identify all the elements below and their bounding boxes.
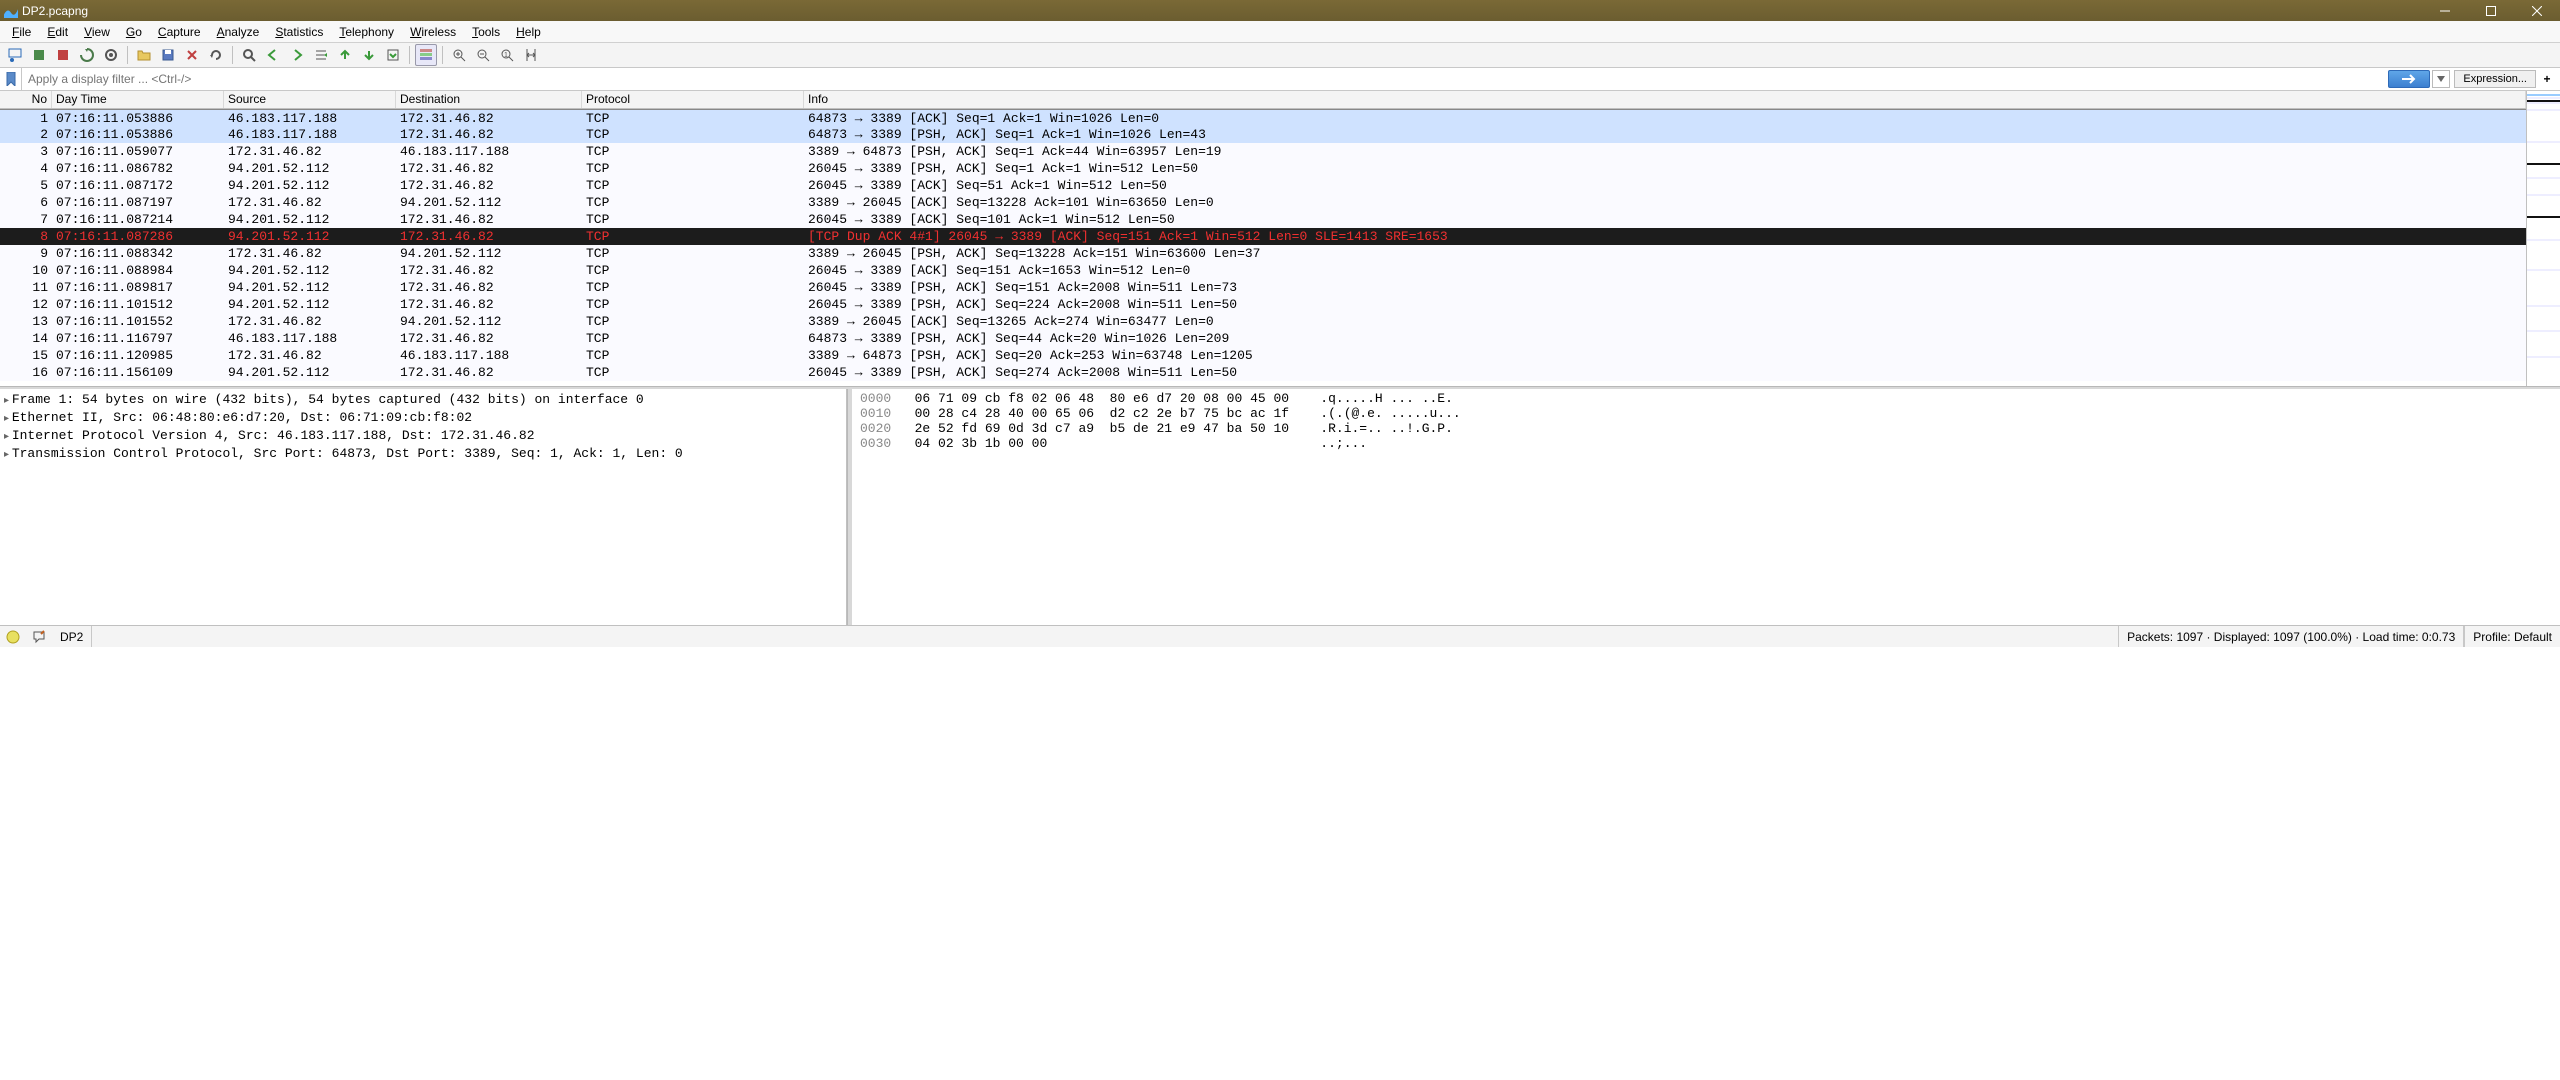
packet-row[interactable]: 607:16:11.087197172.31.46.8294.201.52.11… — [0, 194, 2526, 211]
edit-capture-comment-icon[interactable] — [26, 626, 52, 647]
titlebar: DP2.pcapng — [0, 0, 2560, 21]
save-file-icon[interactable] — [157, 44, 179, 66]
display-filter-input[interactable] — [22, 68, 2386, 90]
column-info[interactable]: Info — [804, 91, 2526, 108]
add-filter-button[interactable]: + — [2538, 70, 2556, 88]
hex-line[interactable]: 0030 04 02 3b 1b 00 00 ..;... — [860, 436, 2552, 451]
menu-tools[interactable]: Tools — [464, 23, 508, 41]
status-packets: Packets: 1097 · Displayed: 1097 (100.0%)… — [2127, 630, 2455, 644]
status-profile[interactable]: Profile: Default — [2473, 630, 2552, 644]
menu-go[interactable]: Go — [118, 23, 150, 41]
maximize-button[interactable] — [2468, 0, 2514, 21]
packet-row[interactable]: 507:16:11.08717294.201.52.112172.31.46.8… — [0, 177, 2526, 194]
expert-info-icon[interactable] — [0, 626, 26, 647]
packet-row[interactable]: 807:16:11.08728694.201.52.112172.31.46.8… — [0, 228, 2526, 245]
open-file-icon[interactable] — [133, 44, 155, 66]
packet-row[interactable]: 207:16:11.05388646.183.117.188172.31.46.… — [0, 126, 2526, 143]
packet-details-tree[interactable]: Frame 1: 54 bytes on wire (432 bits), 54… — [0, 389, 847, 625]
column-destination[interactable]: Destination — [396, 91, 582, 108]
colorize-icon[interactable] — [415, 44, 437, 66]
column-time[interactable]: Day Time — [52, 91, 224, 108]
close-button[interactable] — [2514, 0, 2560, 21]
packet-row[interactable]: 707:16:11.08721494.201.52.112172.31.46.8… — [0, 211, 2526, 228]
minimize-button[interactable] — [2422, 0, 2468, 21]
go-first-icon[interactable] — [334, 44, 356, 66]
stop-capture-icon[interactable] — [52, 44, 74, 66]
filter-history-dropdown[interactable] — [2432, 70, 2450, 88]
wireshark-icon — [4, 4, 18, 18]
tree-node[interactable]: Transmission Control Protocol, Src Port:… — [4, 445, 846, 463]
capture-options-icon[interactable] — [100, 44, 122, 66]
statusbar: DP2 Packets: 1097 · Displayed: 1097 (100… — [0, 625, 2560, 647]
find-packet-icon[interactable] — [238, 44, 260, 66]
packet-list-header[interactable]: No Day Time Source Destination Protocol … — [0, 91, 2526, 109]
menu-file[interactable]: File — [4, 23, 39, 41]
menu-analyze[interactable]: Analyze — [209, 23, 268, 41]
zoom-reset-icon[interactable]: 1 — [496, 44, 518, 66]
packet-row[interactable]: 1307:16:11.101552172.31.46.8294.201.52.1… — [0, 313, 2526, 330]
close-file-icon[interactable] — [181, 44, 203, 66]
filter-bookmark-icon[interactable] — [0, 68, 22, 90]
packet-row[interactable]: 1507:16:11.120985172.31.46.8246.183.117.… — [0, 347, 2526, 364]
packet-row[interactable]: 407:16:11.08678294.201.52.112172.31.46.8… — [0, 160, 2526, 177]
tree-node[interactable]: Frame 1: 54 bytes on wire (432 bits), 54… — [4, 391, 846, 409]
hex-line[interactable]: 0000 06 71 09 cb f8 02 06 48 80 e6 d7 20… — [860, 391, 2552, 406]
hex-line[interactable]: 0010 00 28 c4 28 40 00 65 06 d2 c2 2e b7… — [860, 406, 2552, 421]
menu-telephony[interactable]: Telephony — [331, 23, 402, 41]
menubar: FileEditViewGoCaptureAnalyzeStatisticsTe… — [0, 21, 2560, 43]
zoom-out-icon[interactable] — [472, 44, 494, 66]
go-last-icon[interactable] — [358, 44, 380, 66]
menu-statistics[interactable]: Statistics — [267, 23, 331, 41]
go-back-icon[interactable] — [262, 44, 284, 66]
tree-node[interactable]: Internet Protocol Version 4, Src: 46.183… — [4, 427, 846, 445]
packet-row[interactable]: 907:16:11.088342172.31.46.8294.201.52.11… — [0, 245, 2526, 262]
svg-text:1: 1 — [504, 52, 508, 59]
expression-button[interactable]: Expression... — [2454, 70, 2536, 88]
packet-row[interactable]: 1407:16:11.11679746.183.117.188172.31.46… — [0, 330, 2526, 347]
column-protocol[interactable]: Protocol — [582, 91, 804, 108]
menu-view[interactable]: View — [76, 23, 118, 41]
packet-row[interactable]: 1007:16:11.08898494.201.52.112172.31.46.… — [0, 262, 2526, 279]
packet-minimap[interactable] — [2526, 91, 2560, 386]
packet-row[interactable]: 1607:16:11.15610994.201.52.112172.31.46.… — [0, 364, 2526, 381]
interfaces-icon[interactable] — [4, 44, 26, 66]
menu-help[interactable]: Help — [508, 23, 549, 41]
menu-edit[interactable]: Edit — [39, 23, 76, 41]
column-source[interactable]: Source — [224, 91, 396, 108]
restart-capture-icon[interactable] — [76, 44, 98, 66]
packet-row[interactable]: 107:16:11.05388646.183.117.188172.31.46.… — [0, 109, 2526, 126]
filter-bar: Expression... + — [0, 68, 2560, 91]
main-toolbar: 1 — [0, 43, 2560, 68]
packet-row[interactable]: 1107:16:11.08981794.201.52.112172.31.46.… — [0, 279, 2526, 296]
reload-icon[interactable] — [205, 44, 227, 66]
apply-filter-button[interactable] — [2388, 70, 2430, 88]
packet-list[interactable]: No Day Time Source Destination Protocol … — [0, 91, 2526, 386]
packet-bytes-hex[interactable]: 0000 06 71 09 cb f8 02 06 48 80 e6 d7 20… — [852, 389, 2560, 625]
hex-line[interactable]: 0020 2e 52 fd 69 0d 3d c7 a9 b5 de 21 e9… — [860, 421, 2552, 436]
tree-node[interactable]: Ethernet II, Src: 06:48:80:e6:d7:20, Dst… — [4, 409, 846, 427]
menu-wireless[interactable]: Wireless — [402, 23, 464, 41]
resize-columns-icon[interactable] — [520, 44, 542, 66]
go-to-packet-icon[interactable] — [310, 44, 332, 66]
menu-capture[interactable]: Capture — [150, 23, 209, 41]
window-title: DP2.pcapng — [22, 4, 88, 18]
zoom-in-icon[interactable] — [448, 44, 470, 66]
status-file-name: DP2 — [60, 630, 83, 644]
column-no[interactable]: No — [0, 91, 52, 108]
packet-row[interactable]: 307:16:11.059077172.31.46.8246.183.117.1… — [0, 143, 2526, 160]
go-forward-icon[interactable] — [286, 44, 308, 66]
auto-scroll-icon[interactable] — [382, 44, 404, 66]
start-capture-icon[interactable] — [28, 44, 50, 66]
packet-row[interactable]: 1207:16:11.10151294.201.52.112172.31.46.… — [0, 296, 2526, 313]
